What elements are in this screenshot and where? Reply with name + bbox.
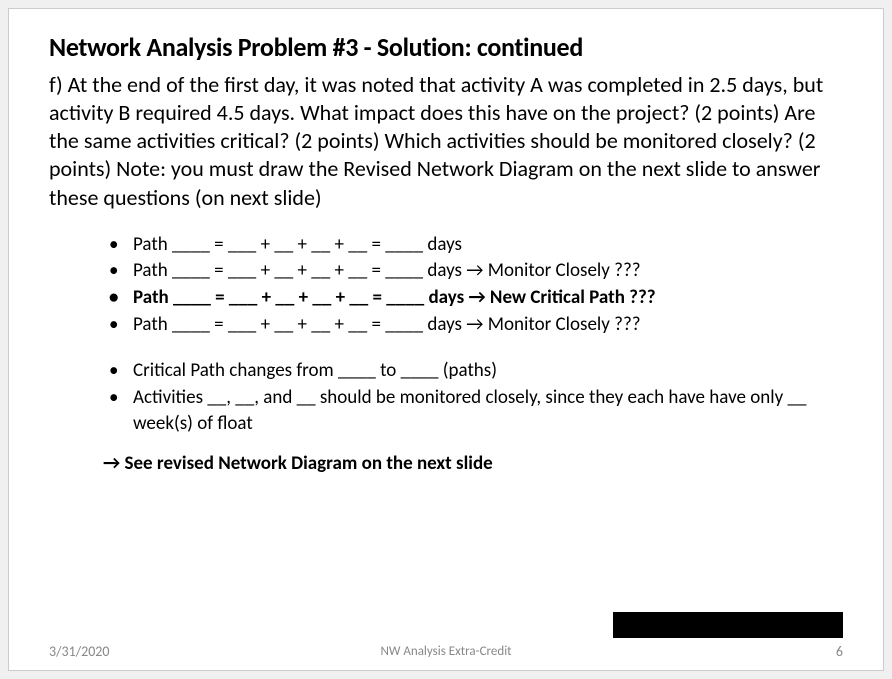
footer-date: 3/31/2020	[49, 643, 109, 660]
see-revised-note: → See revised Network Diagram on the nex…	[103, 452, 843, 475]
path-list: • Path ____ = ___ + __ + __ + __ = ____ …	[109, 232, 843, 436]
path-text: Path ____ = ___ + __ + __ + __ = ____ da…	[133, 258, 843, 284]
slide: Network Analysis Problem #3 - Solution: …	[8, 8, 884, 671]
path-text: Path ____ = ___ + __ + __ + __ = ____ da…	[133, 285, 843, 311]
question-text: f) At the end of the first day, it was n…	[49, 71, 843, 212]
note-item: • Activities __, __, and __ should be mo…	[109, 385, 843, 436]
slide-footer: 3/31/2020 NW Analysis Extra-Credit 6	[49, 643, 843, 660]
bullet-icon: •	[109, 285, 133, 311]
bullet-icon: •	[109, 312, 133, 338]
bullet-icon: •	[109, 258, 133, 284]
path-text: Path ____ = ___ + __ + __ + __ = ____ da…	[133, 312, 843, 338]
bullet-icon: •	[109, 358, 133, 384]
slide-title: Network Analysis Problem #3 - Solution: …	[49, 31, 843, 63]
footer-page-number: 6	[836, 643, 843, 660]
path-text: Path ____ = ___ + __ + __ + __ = ____ da…	[133, 232, 843, 258]
bullet-icon: •	[109, 385, 133, 411]
note-text: Critical Path changes from ____ to ____ …	[133, 358, 843, 384]
note-text: Activities __, __, and __ should be moni…	[133, 385, 843, 436]
bullet-icon: •	[109, 232, 133, 258]
path-item: • Path ____ = ___ + __ + __ + __ = ____ …	[109, 258, 843, 284]
note-item: • Critical Path changes from ____ to ___…	[109, 358, 843, 384]
footer-title: NW Analysis Extra-Credit	[49, 644, 843, 659]
path-item: • Path ____ = ___ + __ + __ + __ = ____ …	[109, 232, 843, 258]
redaction-box	[613, 612, 843, 638]
path-item: • Path ____ = ___ + __ + __ + __ = ____ …	[109, 312, 843, 338]
path-item-critical: • Path ____ = ___ + __ + __ + __ = ____ …	[109, 285, 843, 311]
